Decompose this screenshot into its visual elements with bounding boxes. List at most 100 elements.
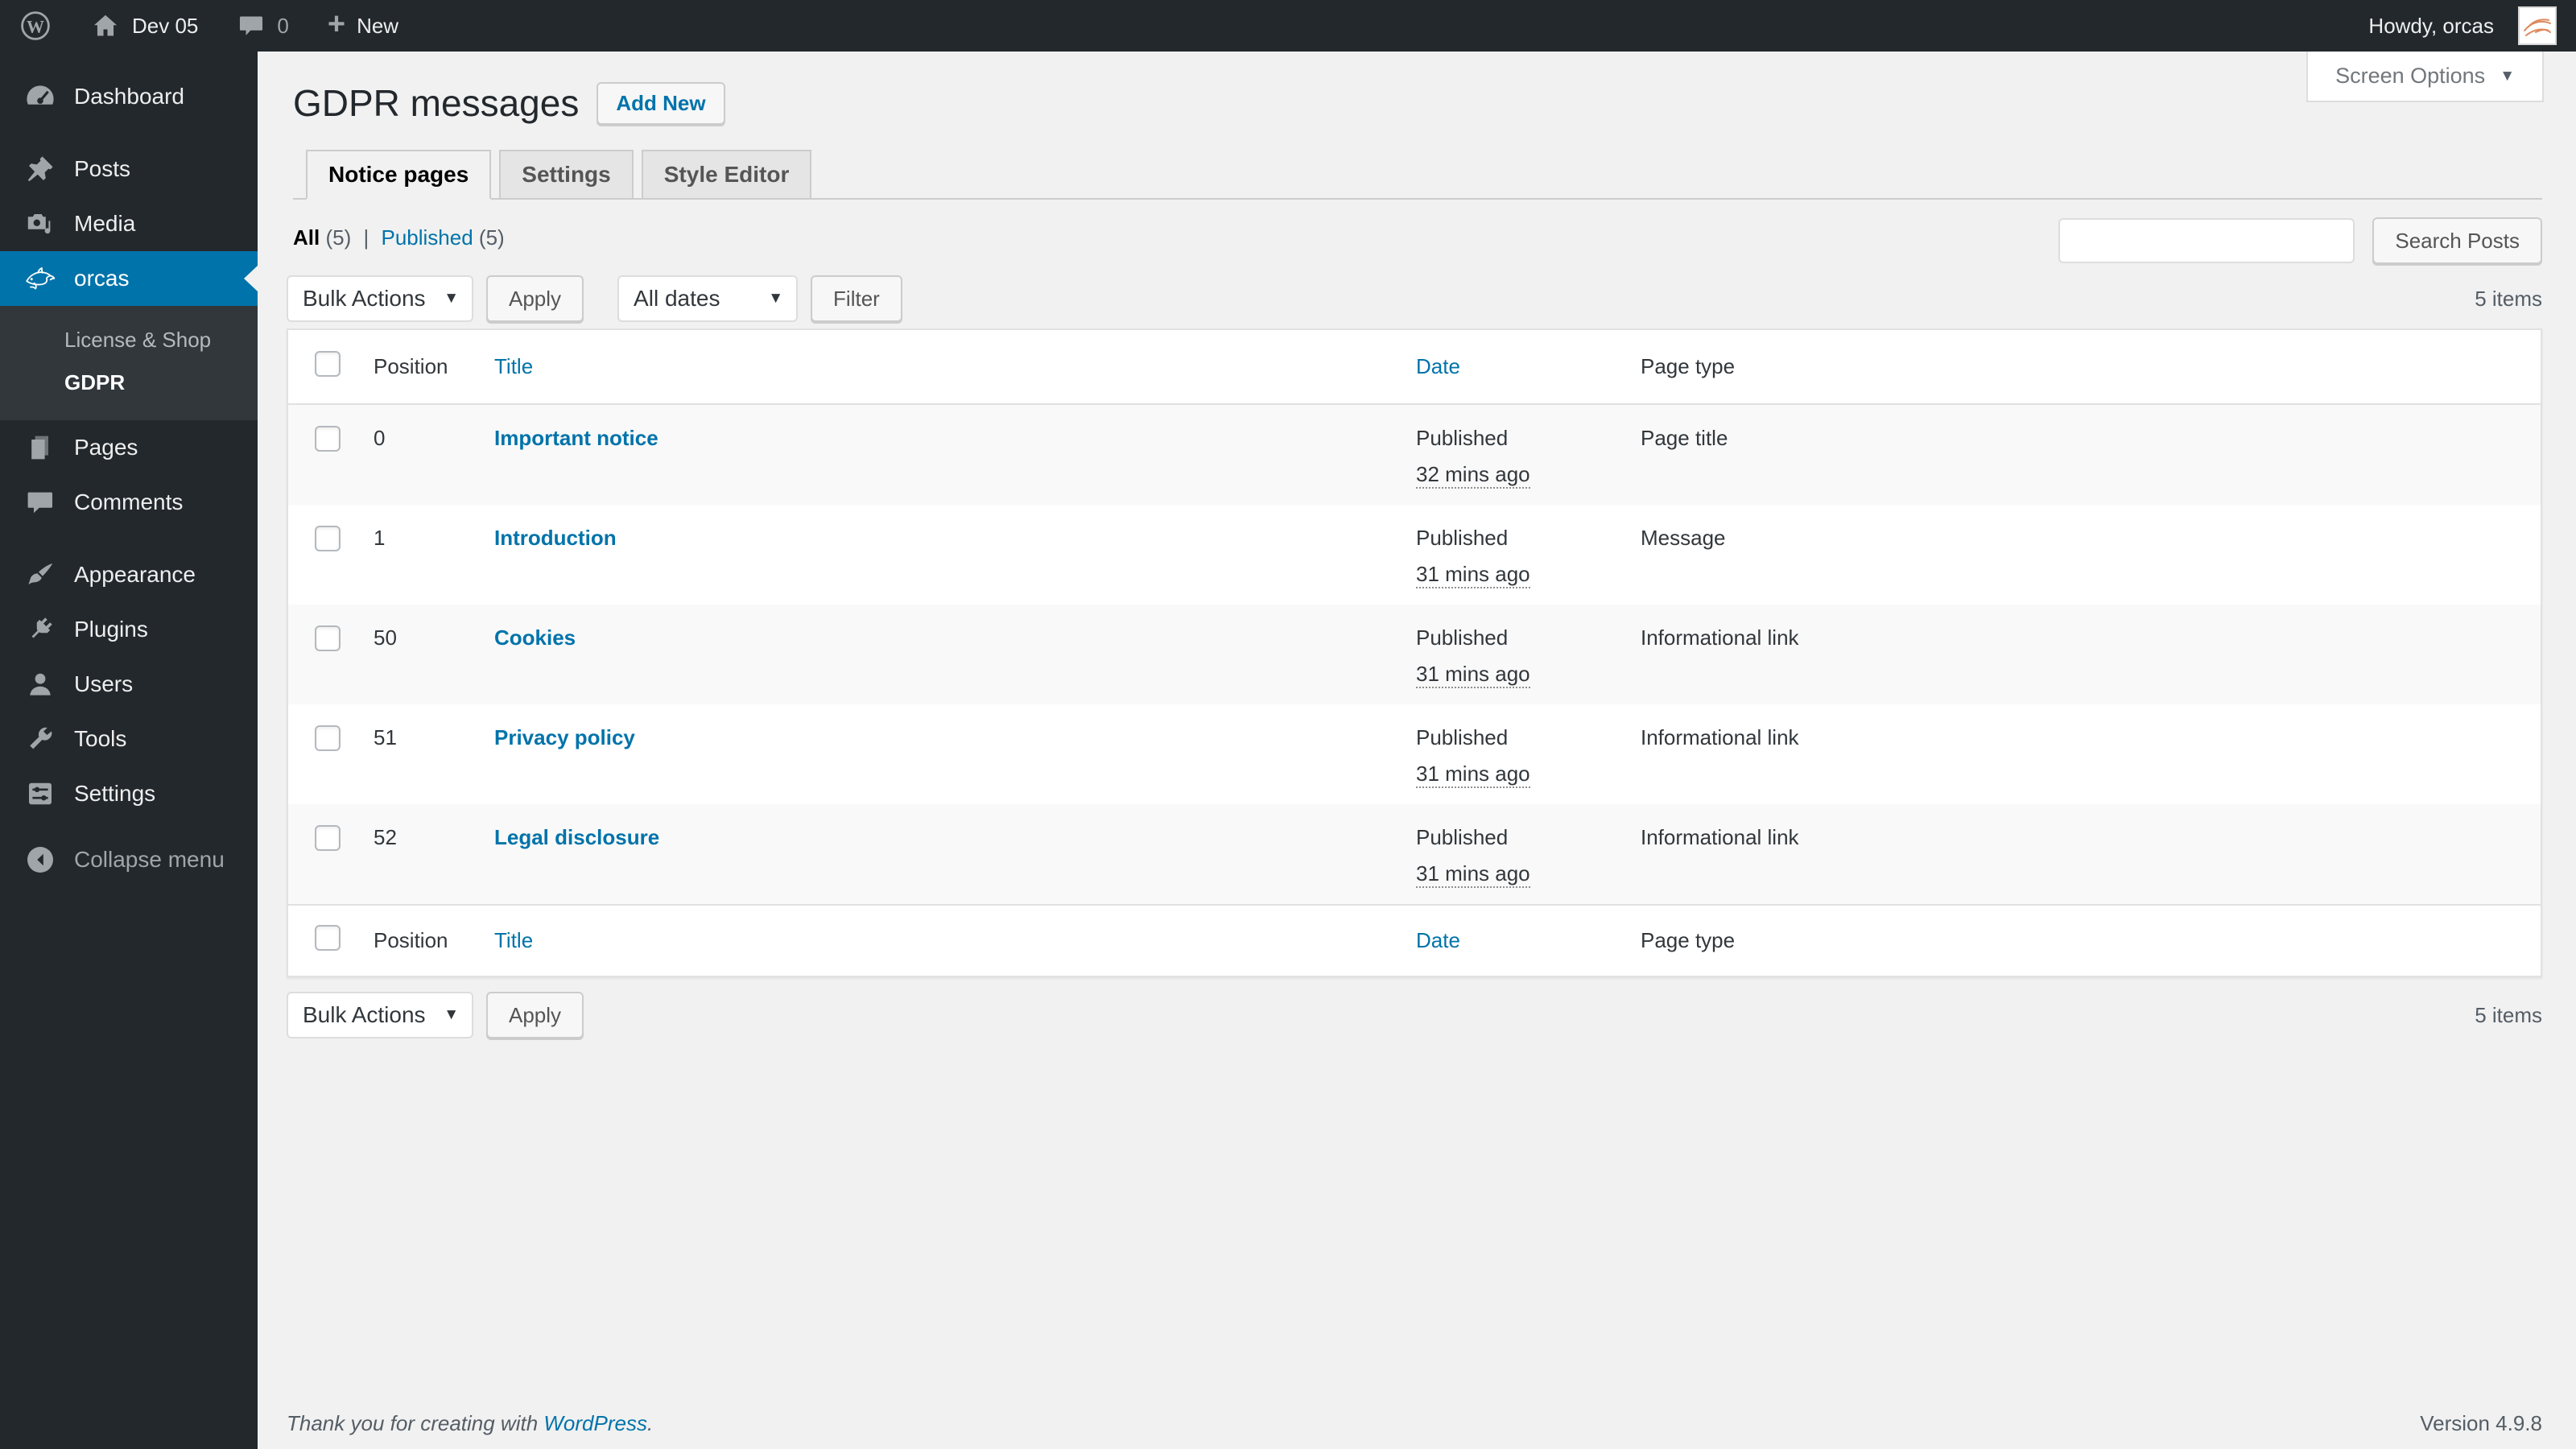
orcas-submenu: License & Shop GDPR (0, 306, 258, 420)
filter-all-count: (5) (325, 225, 352, 250)
column-header-date[interactable]: Date (1393, 329, 1617, 405)
row-title-link[interactable]: Privacy policy (494, 725, 635, 749)
row-position: 0 (374, 426, 386, 450)
howdy-text: Howdy, orcas (2368, 13, 2494, 38)
sidebar-item-tools[interactable]: Tools (0, 712, 258, 766)
table-header: Position Title Date Page type (287, 329, 2541, 405)
row-position: 51 (374, 725, 397, 749)
row-checkbox[interactable] (315, 526, 341, 551)
row-checkbox[interactable] (315, 625, 341, 651)
my-account-menu[interactable]: Howdy, orcas (2349, 0, 2576, 52)
tab-settings[interactable]: Settings (499, 150, 634, 200)
filter-all-link[interactable]: All (293, 225, 320, 250)
row-checkbox[interactable] (315, 426, 341, 452)
footer-version: Version 4.9.8 (2420, 1411, 2542, 1435)
sidebar-item-appearance[interactable]: Appearance (0, 547, 258, 602)
row-status: Published (1416, 526, 1509, 550)
column-header-page-type: Page type (1617, 904, 2541, 976)
tab-style-editor[interactable]: Style Editor (641, 150, 812, 200)
screen-options-label: Screen Options (2335, 64, 2486, 88)
wordpress-logo-button[interactable]: W (0, 0, 71, 52)
select-all-checkbox[interactable] (315, 351, 341, 377)
sidebar-subitem-gdpr[interactable]: GDPR (0, 361, 258, 404)
row-checkbox[interactable] (315, 825, 341, 851)
sidebar-item-orcas[interactable]: orcas (0, 251, 258, 306)
appearance-icon (28, 564, 53, 585)
filter-separator: | (363, 225, 369, 250)
apply-button[interactable]: Apply (486, 275, 584, 322)
wordpress-link[interactable]: WordPress (543, 1411, 647, 1435)
filter-button[interactable]: Filter (811, 275, 902, 322)
table-row: 50 Cookies Published 31 mins ago Informat… (287, 605, 2541, 704)
tools-icon (30, 727, 52, 749)
site-menu[interactable]: Dev 05 (71, 0, 217, 52)
footer-thanks: Thank you for creating with WordPress. (287, 1411, 653, 1436)
posts-table: Position Title Date Page type 0 Importan… (287, 328, 2542, 977)
sidebar-item-media[interactable]: Media (0, 196, 258, 251)
row-date: Published 32 mins ago (1393, 404, 1617, 505)
menu-separator (0, 124, 258, 142)
add-new-button[interactable]: Add New (597, 81, 725, 125)
footer-thanks-text: Thank you for creating with (287, 1411, 544, 1435)
sidebar-item-dashboard[interactable]: Dashboard (0, 69, 258, 124)
select-all-checkbox[interactable] (315, 925, 341, 951)
row-title-link[interactable]: Important notice (494, 426, 658, 450)
bulk-actions-select-bottom[interactable]: Bulk Actions ▼ (287, 992, 473, 1038)
row-date: Published 31 mins ago (1393, 804, 1617, 905)
column-header-page-type: Page type (1617, 329, 2541, 405)
row-page-type: Informational link (1641, 725, 1799, 749)
bulk-actions-label: Bulk Actions (303, 1002, 426, 1027)
sidebar-item-label: Users (74, 671, 134, 696)
row-title-link[interactable]: Cookies (494, 625, 576, 650)
sidebar-item-label: Collapse menu (74, 847, 225, 872)
row-position: 52 (374, 825, 397, 849)
row-page-type: Message (1641, 526, 1726, 550)
sidebar-item-posts[interactable]: Posts (0, 142, 258, 196)
row-page-type: Informational link (1641, 625, 1799, 650)
filter-published-link[interactable]: Published (381, 225, 473, 250)
search-box: Search Posts (2058, 217, 2542, 264)
row-checkbox[interactable] (315, 725, 341, 751)
column-header-title[interactable]: Title (471, 329, 1393, 405)
collapse-menu-button[interactable]: Collapse menu (0, 832, 258, 887)
tab-notice-pages[interactable]: Notice pages (306, 150, 492, 200)
sidebar-item-users[interactable]: Users (0, 657, 258, 712)
pages-icon (31, 436, 48, 460)
nav-tabs: Notice pages Settings Style Editor (293, 150, 2542, 200)
row-status: Published (1416, 725, 1509, 749)
sidebar-item-settings[interactable]: Settings (0, 766, 258, 821)
comment-bubble-icon (240, 16, 263, 35)
bulk-actions-select[interactable]: Bulk Actions ▼ (287, 275, 473, 322)
sidebar-subitem-license-shop[interactable]: License & Shop (0, 319, 258, 361)
comments-shortcut[interactable]: 0 (217, 0, 308, 52)
row-title-link[interactable]: Legal disclosure (494, 825, 659, 849)
chevron-down-icon: ▼ (444, 290, 459, 307)
sidebar-item-label: orcas (74, 266, 130, 291)
title-bar: GDPR messages Add New (293, 80, 2542, 126)
apply-button-bottom[interactable]: Apply (486, 992, 584, 1038)
plus-icon: + (327, 7, 346, 41)
table-footer: Position Title Date Page type (287, 904, 2541, 976)
sidebar-item-label: Tools (74, 726, 127, 751)
sidebar-item-label: Posts (74, 156, 131, 181)
sidebar-item-label: Appearance (74, 562, 196, 587)
sidebar-item-plugins[interactable]: Plugins (0, 602, 258, 657)
row-title-link[interactable]: Introduction (494, 526, 617, 550)
items-count: 5 items (2475, 1002, 2542, 1027)
new-content-menu[interactable]: + New (308, 0, 418, 52)
admin-menu: Dashboard Posts Media orcas License & Sh… (0, 52, 258, 1449)
items-count: 5 items (2475, 286, 2542, 311)
row-time-ago: 31 mins ago (1416, 662, 1530, 688)
users-icon (30, 673, 51, 696)
search-input[interactable] (2058, 218, 2355, 263)
date-filter-select[interactable]: All dates ▼ (617, 275, 799, 322)
sidebar-item-pages[interactable]: Pages (0, 420, 258, 475)
chevron-down-icon: ▼ (2500, 67, 2515, 85)
menu-separator (0, 530, 258, 547)
column-header-date[interactable]: Date (1393, 904, 1617, 976)
sidebar-item-comments[interactable]: Comments (0, 475, 258, 530)
filter-links-row: All (5) | Published (5) Search Posts (293, 217, 2542, 264)
search-posts-button[interactable]: Search Posts (2372, 217, 2542, 264)
column-header-title[interactable]: Title (471, 904, 1393, 976)
screen-options-toggle[interactable]: Screen Options ▼ (2306, 52, 2544, 102)
